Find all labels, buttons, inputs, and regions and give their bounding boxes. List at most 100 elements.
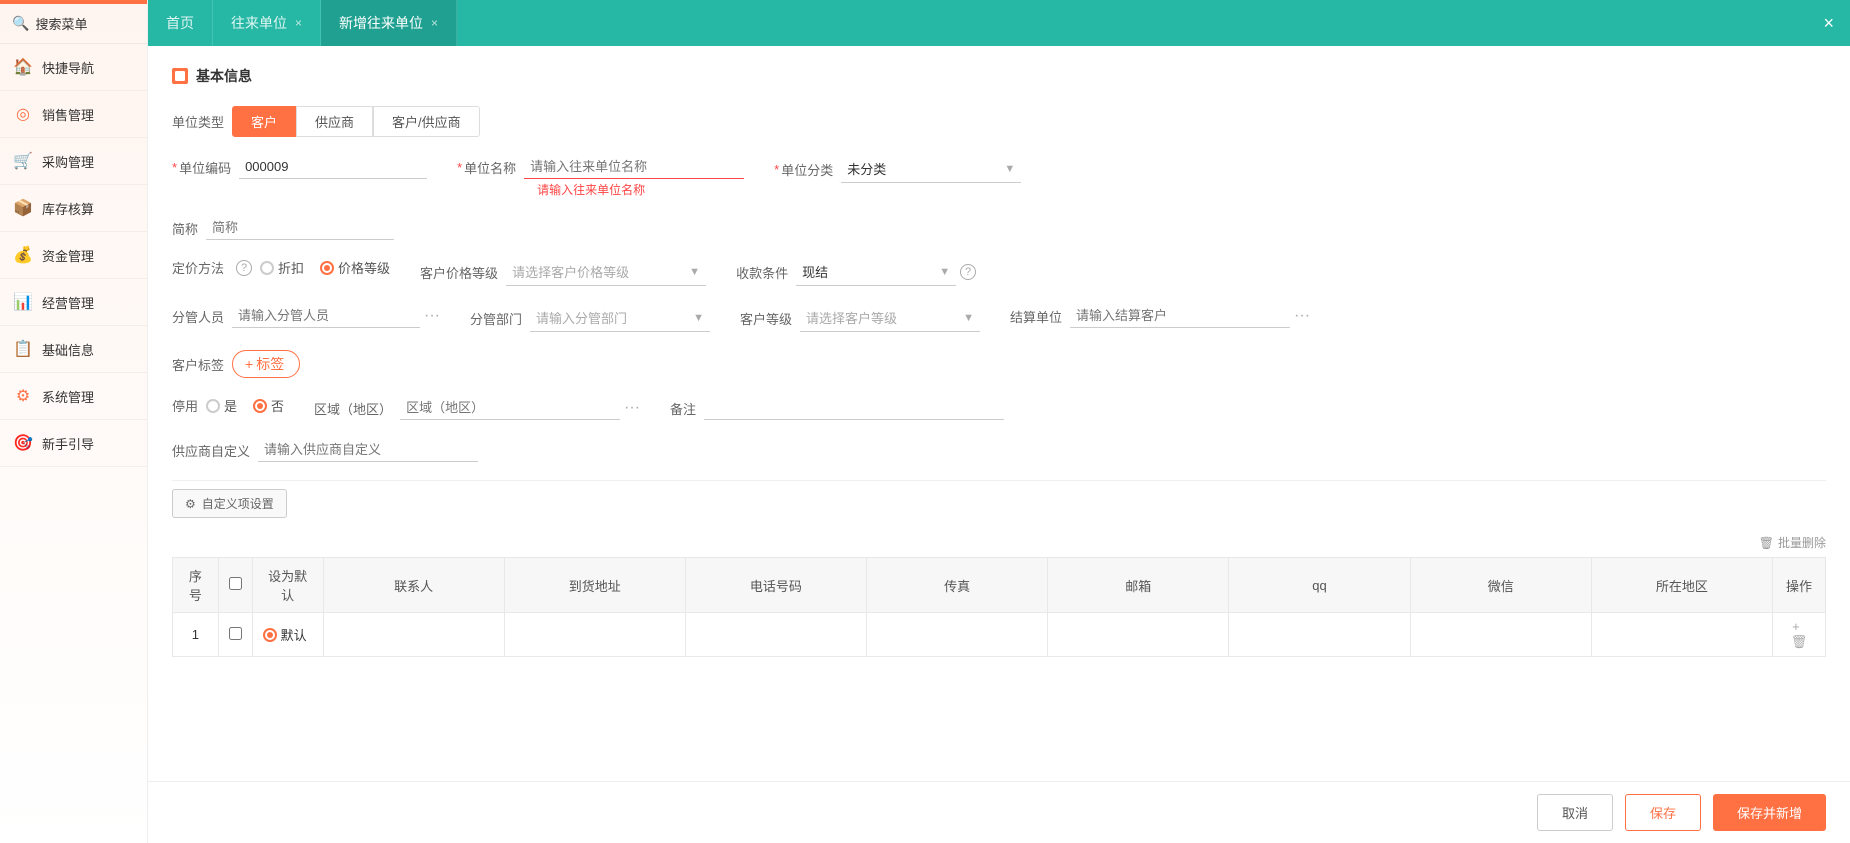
wechat-input[interactable] [1421,627,1581,642]
tab-new-contact-close[interactable]: × [431,16,438,30]
remark-input[interactable] [704,396,1004,420]
settlement-unit-label: 结算单位 [1010,307,1062,326]
save-button[interactable]: 保存 [1625,794,1701,831]
batch-delete-button[interactable]: 🗑 批量删除 [1759,534,1826,551]
pricing-radio-discount[interactable]: 折扣 [260,258,304,277]
pricing-method-help[interactable]: ? [236,260,252,276]
disabled-group: 停用 是 否 [172,396,284,415]
customer-price-level-chevron: ▼ [689,266,700,278]
disabled-radio-no[interactable]: 否 [253,396,284,415]
customer-tag-row: 客户标签 + 标签 [172,350,1826,378]
unit-category-select[interactable]: 未分类 ▼ [841,155,1021,183]
col-contact: 联系人 [323,558,504,613]
phone-input[interactable] [696,627,856,642]
table-toolbar: 🗑 批量删除 [172,534,1826,551]
row-checkbox[interactable] [229,627,242,640]
sidebar: 🔍 搜索菜单 🏠 快捷导航 ◎ 销售管理 🛒 采购管理 📦 库存核算 💰 资金管… [0,0,148,843]
manager-group: 分管人员 ··· [172,304,440,328]
unit-btn-supplier[interactable]: 供应商 [296,106,373,137]
sidebar-item-operations[interactable]: 📊 经营管理 [0,279,147,326]
customer-price-level-select[interactable]: 请选择客户价格等级 ▼ [506,258,706,286]
disabled-radio-yes[interactable]: 是 [206,396,237,415]
tab-contacts-label: 往来单位 [231,13,287,33]
unit-code-input[interactable] [239,155,427,179]
row-email[interactable] [1048,613,1229,657]
basic-info-icon: 📋 [12,338,34,360]
address-input[interactable] [515,627,675,642]
unit-name-required: * [457,160,462,175]
tab-new-contact[interactable]: 新增往来单位 × [321,0,457,46]
sidebar-item-system[interactable]: ⚙ 系统管理 [0,373,147,420]
sidebar-item-finance[interactable]: 💰 资金管理 [0,232,147,279]
tab-contacts[interactable]: 往来单位 × [213,0,321,46]
unit-category-value: 未分类 [847,159,1000,178]
custom-settings-icon: ⚙ [185,497,196,511]
payment-terms-select[interactable]: 现结 ▼ [796,258,956,286]
row-default-label: 默认 [281,625,307,644]
row-default-radio[interactable]: 默认 [263,625,313,644]
region-more[interactable]: ··· [624,399,640,417]
custom-settings-label: 自定义项设置 [202,495,274,512]
settlement-unit-input[interactable] [1070,304,1290,328]
email-input[interactable] [1058,627,1218,642]
supplier-custom-row: 供应商自定义 [172,438,1826,462]
remark-label: 备注 [670,399,696,418]
row-address[interactable] [504,613,685,657]
save-new-button[interactable]: 保存并新增 [1713,794,1826,831]
sidebar-item-beginner[interactable]: 🎯 新手引导 [0,420,147,467]
tab-contacts-close[interactable]: × [295,16,302,30]
disabled-radio-group: 是 否 [206,396,284,415]
fax-input[interactable] [877,627,1037,642]
add-tag-label: 标签 [256,354,284,374]
sidebar-item-inventory[interactable]: 📦 库存核算 [0,185,147,232]
operations-icon: 📊 [12,291,34,313]
select-all-checkbox[interactable] [229,577,242,590]
radio-level-label: 价格等级 [338,258,390,277]
customer-level-select[interactable]: 请选择客户等级 ▼ [800,304,980,332]
custom-settings-button[interactable]: ⚙ 自定义项设置 [172,489,287,518]
sidebar-item-basic-info[interactable]: 📋 基础信息 [0,326,147,373]
area-input[interactable] [1602,627,1762,642]
sales-icon: ◎ [12,103,34,125]
row-add-icon[interactable]: + [1792,619,1800,634]
unit-btn-customer[interactable]: 客户 [232,106,296,137]
supplier-custom-input[interactable] [258,438,478,462]
row-wechat[interactable] [1410,613,1591,657]
row-phone[interactable] [685,613,866,657]
manager-input[interactable] [232,304,420,328]
col-default: 设为默认 [252,558,323,613]
tab-bar-close-all[interactable]: × [1807,13,1850,34]
sidebar-item-purchase[interactable]: 🛒 采购管理 [0,138,147,185]
department-select[interactable]: 请输入分管部门 ▼ [530,304,710,332]
department-value: 请输入分管部门 [536,308,689,327]
manager-more-icon[interactable]: ··· [424,307,440,325]
sidebar-item-sales[interactable]: ◎ 销售管理 [0,91,147,138]
table-row: 1 默认 [173,613,1826,657]
table-header-row: 序号 设为默认 联系人 到货地址 电话号码 传真 邮箱 qq 微信 所在地区 操… [173,558,1826,613]
sidebar-item-label: 库存核算 [42,199,94,218]
short-name-input[interactable] [206,216,394,240]
qq-input[interactable] [1239,627,1399,642]
contact-input[interactable] [334,627,494,642]
settlement-unit-more[interactable]: ··· [1294,307,1310,325]
sidebar-item-quick-nav[interactable]: 🏠 快捷导航 [0,44,147,91]
add-tag-button[interactable]: + 标签 [232,350,300,378]
row-area[interactable] [1591,613,1772,657]
table-section: 🗑 批量删除 序号 设为默认 联系人 到货地址 电话号码 传真 邮箱 qq [172,534,1826,657]
payment-terms-help[interactable]: ? [960,264,976,280]
tab-home[interactable]: 首页 [148,0,213,46]
region-input[interactable] [400,396,620,420]
row-qq[interactable] [1229,613,1410,657]
pricing-method-label: 定价方法 [172,258,224,277]
row-delete-icon[interactable]: 🗑 [1791,634,1808,649]
row-fax[interactable] [867,613,1048,657]
sidebar-item-label: 新手引导 [42,434,94,453]
unit-name-input[interactable] [524,155,744,179]
payment-terms-label: 收款条件 [736,263,788,282]
row-default-circle [263,628,277,642]
cancel-button[interactable]: 取消 [1537,794,1613,831]
unit-btn-both[interactable]: 客户/供应商 [373,106,480,137]
sidebar-search[interactable]: 🔍 搜索菜单 [0,4,147,44]
pricing-radio-level[interactable]: 价格等级 [320,258,390,277]
row-contact[interactable] [323,613,504,657]
